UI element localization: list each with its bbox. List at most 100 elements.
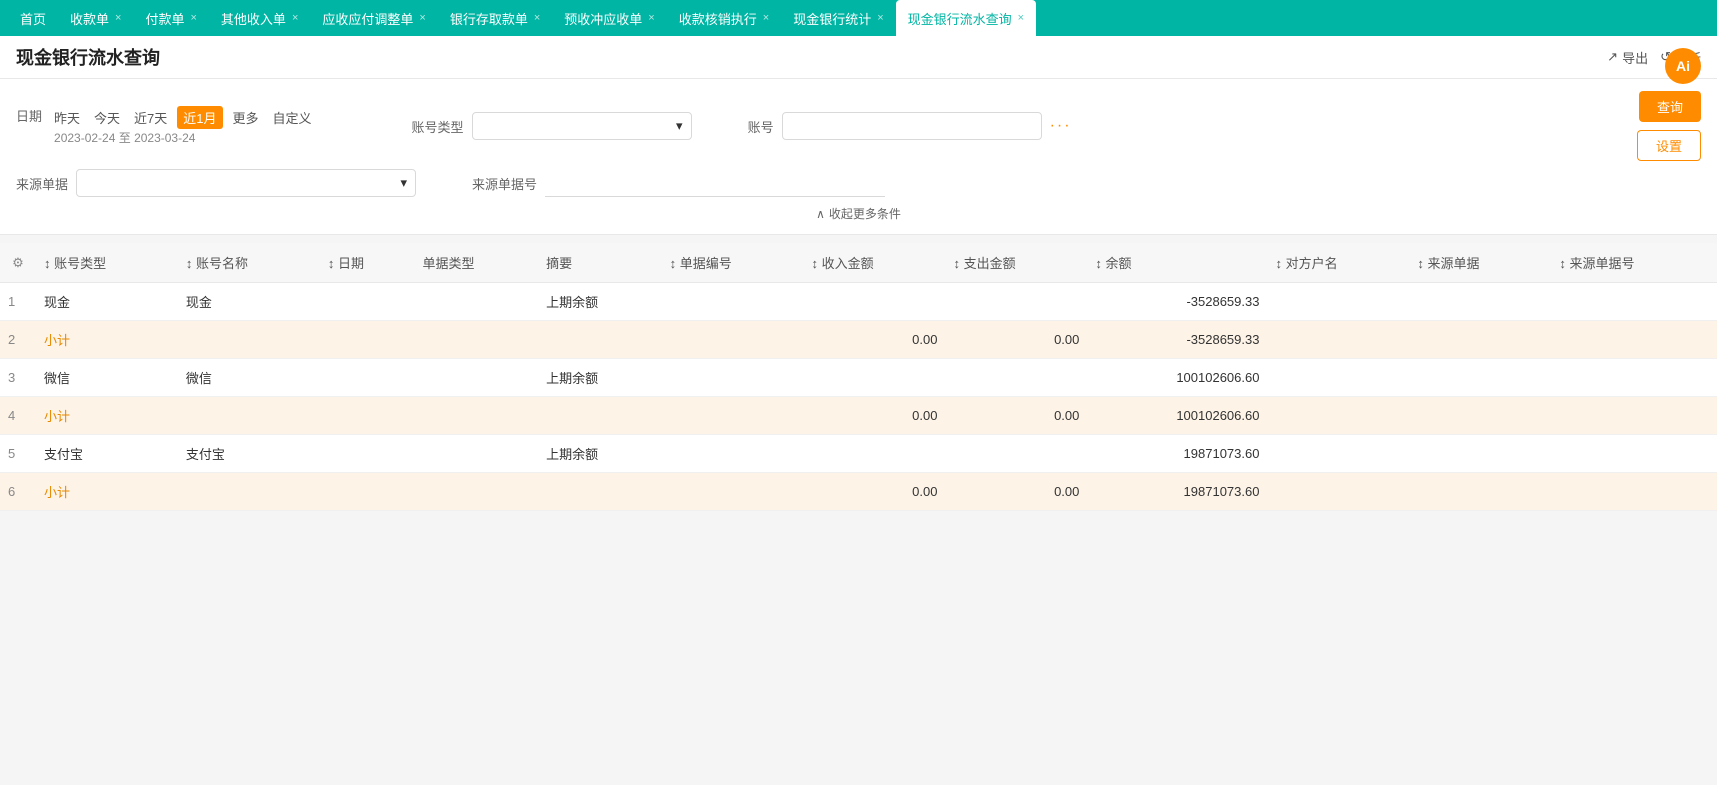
date-option-custom[interactable]: 自定义: [269, 106, 316, 129]
date-options-group: 昨天 今天 近7天 近1月 更多 自定义 2023-02-24 至 2023-0…: [50, 106, 316, 146]
cell-account_type: 现金: [36, 283, 178, 321]
column-date[interactable]: ↕ 日期: [320, 243, 415, 283]
cell-account_name: 现金: [178, 283, 320, 321]
source-doc-num-group: 来源单据号: [472, 169, 885, 197]
date-option-7days[interactable]: 近7天: [130, 106, 171, 129]
close-icon[interactable]: ×: [534, 12, 540, 24]
close-icon[interactable]: ×: [292, 12, 298, 24]
source-doc-label: 来源单据: [16, 174, 68, 193]
column-source-doc[interactable]: ↕ 来源单据: [1409, 243, 1551, 283]
column-account-type[interactable]: ↕ 账号类型: [36, 243, 178, 283]
source-doc-num-label: 来源单据号: [472, 174, 537, 193]
nav-tab-0[interactable]: 收款单 ×: [58, 0, 133, 36]
close-icon[interactable]: ×: [763, 12, 769, 24]
ai-badge[interactable]: Ai: [1665, 48, 1701, 84]
cell-source_doc: [1409, 359, 1551, 397]
table-row: 1现金现金上期余额-3528659.33: [0, 283, 1717, 321]
cell-balance: 100102606.60: [1087, 397, 1267, 435]
row-number: 3: [0, 359, 36, 397]
table-body: 1现金现金上期余额-3528659.332小计0.000.00-3528659.…: [0, 283, 1717, 511]
date-option-1month[interactable]: 近1月: [177, 106, 222, 129]
more-options-button[interactable]: ···: [1050, 117, 1072, 135]
cell-source_doc_num: [1551, 359, 1717, 397]
table-row: 5支付宝支付宝上期余额19871073.60: [0, 435, 1717, 473]
source-doc-num-input[interactable]: [545, 169, 885, 197]
close-icon[interactable]: ×: [1018, 12, 1024, 24]
export-button[interactable]: ↗ 导出: [1607, 48, 1648, 67]
nav-home[interactable]: 首页: [8, 0, 58, 36]
source-doc-select[interactable]: ▾: [76, 169, 416, 197]
nav-tab-6[interactable]: 收款核销执行 ×: [667, 0, 781, 36]
cell-summary: [538, 473, 662, 511]
nav-tab-7[interactable]: 现金银行统计 ×: [781, 0, 895, 36]
chevron-down-icon: ▾: [400, 175, 407, 191]
cell-source_doc: [1409, 321, 1551, 359]
cell-expense: [945, 283, 1087, 321]
cell-summary: 上期余额: [538, 435, 662, 473]
query-button[interactable]: 查询: [1639, 91, 1701, 122]
cell-income: 0.00: [804, 397, 946, 435]
column-source-doc-num[interactable]: ↕ 来源单据号: [1551, 243, 1717, 283]
cell-balance: 19871073.60: [1087, 473, 1267, 511]
column-expense[interactable]: ↕ 支出金额: [945, 243, 1087, 283]
table-container: ⚙ ↕ 账号类型 ↕ 账号名称 ↕ 日期 单据类型 摘要: [0, 243, 1717, 511]
action-buttons: 查询 设置: [1637, 91, 1701, 161]
cell-income: [804, 359, 946, 397]
row-number: 6: [0, 473, 36, 511]
cell-counterpart: [1267, 359, 1409, 397]
cell-date: [320, 473, 415, 511]
column-gear[interactable]: ⚙: [0, 243, 36, 283]
account-label: 账号: [748, 117, 774, 136]
cell-counterpart: [1267, 283, 1409, 321]
date-option-today[interactable]: 今天: [90, 106, 124, 129]
header-row: ⚙ ↕ 账号类型 ↕ 账号名称 ↕ 日期 单据类型 摘要: [0, 243, 1717, 283]
close-icon[interactable]: ×: [877, 12, 883, 24]
column-summary[interactable]: 摘要: [538, 243, 662, 283]
collapse-button[interactable]: ∧ 收起更多条件: [816, 205, 901, 222]
cell-balance: -3528659.33: [1087, 321, 1267, 359]
date-option-yesterday[interactable]: 昨天: [50, 106, 84, 129]
table-row: 3微信微信上期余额100102606.60: [0, 359, 1717, 397]
cell-source_doc: [1409, 397, 1551, 435]
account-group: 账号 ···: [748, 112, 1072, 140]
cell-doc_num: [662, 359, 804, 397]
account-type-select[interactable]: ▾: [472, 112, 692, 140]
nav-tab-1[interactable]: 付款单 ×: [133, 0, 208, 36]
cell-account_name: [178, 321, 320, 359]
cell-account_name: [178, 473, 320, 511]
chevron-down-icon: ▾: [676, 118, 683, 134]
nav-tab-3[interactable]: 应收应付调整单 ×: [310, 0, 437, 36]
close-icon[interactable]: ×: [419, 12, 425, 24]
cell-counterpart: [1267, 473, 1409, 511]
column-doc-type[interactable]: 单据类型: [415, 243, 539, 283]
close-icon[interactable]: ×: [648, 12, 654, 24]
setting-button[interactable]: 设置: [1637, 130, 1701, 161]
close-icon[interactable]: ×: [115, 12, 121, 24]
column-balance[interactable]: ↕ 余额: [1087, 243, 1267, 283]
cell-doc_type: [415, 359, 539, 397]
cell-account_type: 小计: [36, 321, 178, 359]
cell-doc_type: [415, 435, 539, 473]
nav-tab-8[interactable]: 现金银行流水查询 ×: [896, 0, 1036, 36]
column-counterpart[interactable]: ↕ 对方户名: [1267, 243, 1409, 283]
date-option-more[interactable]: 更多: [229, 106, 263, 129]
account-input[interactable]: [782, 112, 1042, 140]
cell-balance: 100102606.60: [1087, 359, 1267, 397]
table-header: ⚙ ↕ 账号类型 ↕ 账号名称 ↕ 日期 单据类型 摘要: [0, 243, 1717, 283]
cell-balance: -3528659.33: [1087, 283, 1267, 321]
column-account-name[interactable]: ↕ 账号名称: [178, 243, 320, 283]
column-income[interactable]: ↕ 收入金额: [804, 243, 946, 283]
date-filter-group: 日期 昨天 今天 近7天 近1月 更多 自定义 2023-02-24 至 202…: [16, 106, 316, 146]
cell-expense: [945, 359, 1087, 397]
nav-tab-5[interactable]: 预收冲应收单 ×: [552, 0, 666, 36]
cell-account_type: 小计: [36, 397, 178, 435]
close-icon[interactable]: ×: [190, 12, 196, 24]
top-nav: 首页 收款单 × 付款单 × 其他收入单 × 应收应付调整单 × 银行存取款单 …: [0, 0, 1717, 36]
nav-tab-4[interactable]: 银行存取款单 ×: [438, 0, 552, 36]
cell-expense: 0.00: [945, 321, 1087, 359]
row-number: 4: [0, 397, 36, 435]
cell-doc_type: [415, 473, 539, 511]
column-doc-num[interactable]: ↕ 单据编号: [662, 243, 804, 283]
nav-tab-2[interactable]: 其他收入单 ×: [209, 0, 310, 36]
cell-doc_num: [662, 283, 804, 321]
